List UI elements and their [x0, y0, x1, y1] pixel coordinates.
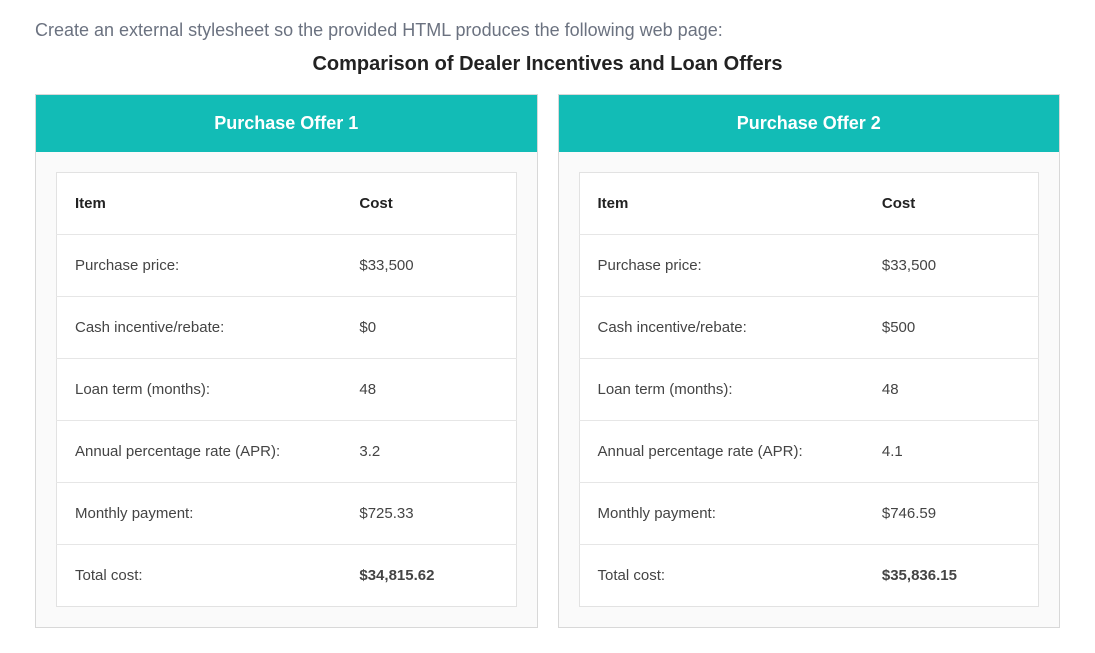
- table-row: Annual percentage rate (APR): 3.2: [57, 421, 517, 483]
- offer-card-1: Purchase Offer 1 Item Cost Purchase pric…: [35, 94, 538, 628]
- table-row: Loan term (months): 48: [579, 359, 1039, 421]
- value-purchase-price: $33,500: [341, 235, 516, 297]
- value-cash-incentive: $500: [864, 297, 1039, 359]
- table-row: Total cost: $34,815.62: [57, 545, 517, 607]
- label-loan-term: Loan term (months):: [57, 359, 342, 421]
- value-loan-term: 48: [341, 359, 516, 421]
- offer-1-body: Item Cost Purchase price: $33,500 Cash i…: [36, 152, 537, 627]
- offer-2-table: Item Cost Purchase price: $33,500 Cash i…: [579, 172, 1040, 607]
- value-monthly-payment: $725.33: [341, 483, 516, 545]
- table-row: Cash incentive/rebate: $500: [579, 297, 1039, 359]
- label-loan-term: Loan term (months):: [579, 359, 864, 421]
- table-row: Total cost: $35,836.15: [579, 545, 1039, 607]
- value-apr: 4.1: [864, 421, 1039, 483]
- table-row: Purchase price: $33,500: [579, 235, 1039, 297]
- label-apr: Annual percentage rate (APR):: [579, 421, 864, 483]
- instruction-text: Create an external stylesheet so the pro…: [35, 20, 1060, 41]
- label-monthly-payment: Monthly payment:: [57, 483, 342, 545]
- header-cost: Cost: [864, 173, 1039, 235]
- label-total-cost: Total cost:: [579, 545, 864, 607]
- value-purchase-price: $33,500: [864, 235, 1039, 297]
- label-cash-incentive: Cash incentive/rebate:: [579, 297, 864, 359]
- table-row: Monthly payment: $725.33: [57, 483, 517, 545]
- offer-2-body: Item Cost Purchase price: $33,500 Cash i…: [559, 152, 1060, 627]
- offer-1-header: Purchase Offer 1: [36, 95, 537, 152]
- table-row: Cash incentive/rebate: $0: [57, 297, 517, 359]
- offer-card-2: Purchase Offer 2 Item Cost Purchase pric…: [558, 94, 1061, 628]
- label-apr: Annual percentage rate (APR):: [57, 421, 342, 483]
- value-monthly-payment: $746.59: [864, 483, 1039, 545]
- offers-container: Purchase Offer 1 Item Cost Purchase pric…: [35, 94, 1060, 628]
- table-row: Purchase price: $33,500: [57, 235, 517, 297]
- header-cost: Cost: [341, 173, 516, 235]
- header-item: Item: [579, 173, 864, 235]
- table-row: Loan term (months): 48: [57, 359, 517, 421]
- page-title: Comparison of Dealer Incentives and Loan…: [35, 53, 1060, 76]
- label-total-cost: Total cost:: [57, 545, 342, 607]
- value-cash-incentive: $0: [341, 297, 516, 359]
- value-total-cost: $34,815.62: [341, 545, 516, 607]
- label-purchase-price: Purchase price:: [57, 235, 342, 297]
- table-header-row: Item Cost: [57, 173, 517, 235]
- header-item: Item: [57, 173, 342, 235]
- value-apr: 3.2: [341, 421, 516, 483]
- table-row: Annual percentage rate (APR): 4.1: [579, 421, 1039, 483]
- table-row: Monthly payment: $746.59: [579, 483, 1039, 545]
- value-loan-term: 48: [864, 359, 1039, 421]
- label-monthly-payment: Monthly payment:: [579, 483, 864, 545]
- offer-1-table: Item Cost Purchase price: $33,500 Cash i…: [56, 172, 517, 607]
- table-header-row: Item Cost: [579, 173, 1039, 235]
- label-purchase-price: Purchase price:: [579, 235, 864, 297]
- offer-2-header: Purchase Offer 2: [559, 95, 1060, 152]
- value-total-cost: $35,836.15: [864, 545, 1039, 607]
- label-cash-incentive: Cash incentive/rebate:: [57, 297, 342, 359]
